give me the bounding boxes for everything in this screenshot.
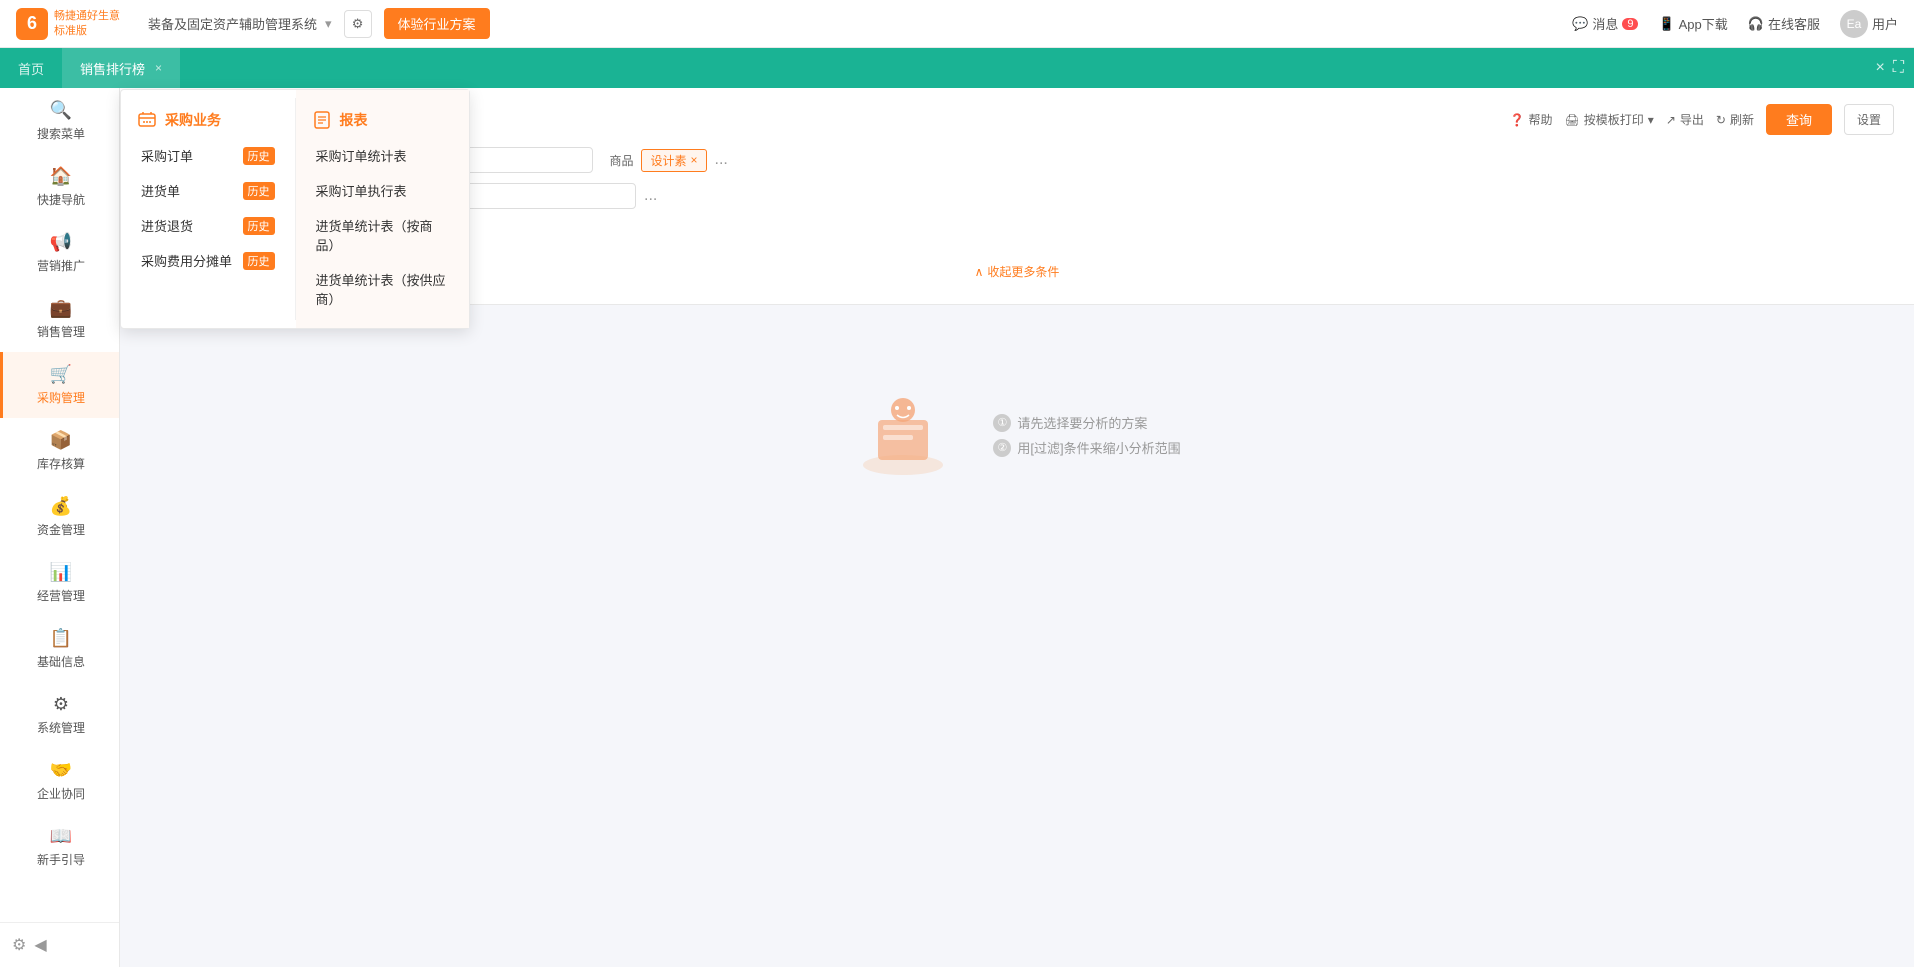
collapse-sidebar-icon[interactable]: ◀ — [34, 935, 46, 955]
system-dropdown-arrow[interactable]: ▾ — [325, 16, 332, 32]
tabbar: 首页 销售排行榜 × × ⛶ — [0, 48, 1914, 88]
money-icon: 💰 — [50, 496, 72, 517]
empty-illustration — [853, 385, 953, 485]
print-dropdown-icon[interactable]: ▾ — [1648, 113, 1654, 127]
logo-text: 畅捷通好生意 标准版 — [54, 9, 120, 38]
tabbar-actions: × ⛶ — [1875, 59, 1914, 77]
online-service-item[interactable]: 🎧 在线客服 — [1748, 14, 1820, 33]
sidebar-item-inventory[interactable]: 📦 库存核算 — [0, 418, 119, 484]
menu-item-stock-return[interactable]: 进货退货 历史 — [121, 208, 295, 243]
sidebar-item-enterprise[interactable]: 🤝 企业协同 — [0, 748, 119, 814]
system-title: 装备及固定资产辅助管理系统 ▾ — [148, 14, 332, 33]
goods-tag-close[interactable]: × — [691, 153, 698, 167]
box-icon: 📦 — [50, 430, 72, 451]
purchase-expense-badge: 历史 — [243, 252, 275, 270]
sidebar-item-basic-info[interactable]: 📋 基础信息 — [0, 616, 119, 682]
message-badge: 9 — [1622, 18, 1638, 30]
briefcase-icon: 💼 — [50, 298, 72, 319]
empty-step-1: ① 请先选择要分析的方案 — [993, 413, 1147, 432]
goods-more-btn[interactable]: ... — [715, 151, 728, 169]
sidebar-item-guide[interactable]: 📖 新手引导 — [0, 814, 119, 880]
close-window-icon[interactable]: × — [1875, 59, 1884, 77]
topbar: 6 畅捷通好生意 标准版 装备及固定资产辅助管理系统 ▾ ⚙ 体验行业方案 💬 … — [0, 0, 1914, 48]
purchase-order-badge: 历史 — [243, 147, 275, 165]
settings-bottom-icon[interactable]: ⚙ — [12, 935, 26, 955]
app-download-item[interactable]: 📱 App下载 — [1658, 14, 1727, 33]
message-icon: 💬 — [1572, 16, 1588, 32]
print-icon: 🖨 — [1565, 113, 1580, 127]
stock-return-badge: 历史 — [243, 217, 275, 235]
sidebar-bottom: ⚙ ◀ — [0, 922, 119, 967]
chart-icon: 📊 — [50, 562, 72, 583]
purchase-section-icon — [137, 110, 157, 130]
query-button[interactable]: 查询 — [1766, 104, 1832, 135]
purchase-menu-section: 采购业务 采购订单 历史 进货单 历史 进货退货 历史 采购费用分摊单 历史 — [121, 90, 295, 328]
home-icon: 🏠 — [50, 166, 72, 187]
purchase-section-title: 采购业务 — [121, 102, 295, 138]
industry-button[interactable]: 体验行业方案 — [384, 8, 490, 39]
report-menu-section: 报表 采购订单统计表 采购订单执行表 进货单统计表（按商品） 进货单统计表（按供… — [296, 90, 470, 328]
book-icon: 📖 — [50, 826, 72, 847]
sidebar: 🔍 搜索菜单 🏠 快捷导航 📢 营销推广 💼 销售管理 🛒 采购管理 📦 库存核… — [0, 88, 120, 967]
menu-item-purchase-order-exec[interactable]: 采购订单执行表 — [296, 173, 470, 208]
refresh-icon: ↻ — [1716, 113, 1726, 127]
handshake-icon: 🤝 — [50, 760, 72, 781]
tab-home[interactable]: 首页 — [0, 48, 62, 88]
collapse-up-icon: ∧ — [975, 265, 984, 279]
menu-item-purchase-order-stats[interactable]: 采购订单统计表 — [296, 138, 470, 173]
report-section-title: 报表 — [296, 102, 470, 138]
salesman-more-btn[interactable]: ... — [644, 187, 657, 205]
gear-icon: ⚙ — [53, 694, 69, 715]
collapse-more-btn[interactable]: ∧ 收起更多条件 — [975, 263, 1060, 280]
sidebar-item-quick-nav[interactable]: 🏠 快捷导航 — [0, 154, 119, 220]
sidebar-item-system[interactable]: ⚙ 系统管理 — [0, 682, 119, 748]
goods-filter: 商品 设计素 × ... — [609, 149, 727, 172]
tab-close-icon[interactable]: × — [155, 61, 162, 75]
message-item[interactable]: 💬 消息 9 — [1572, 14, 1638, 33]
menu-item-stock-stats-supplier[interactable]: 进货单统计表（按供应商） — [296, 262, 470, 316]
headset-icon: 🎧 — [1748, 16, 1764, 32]
sidebar-item-search[interactable]: 🔍 搜索菜单 — [0, 88, 119, 154]
help-button[interactable]: ❓ 帮助 — [1510, 111, 1553, 128]
search-icon: 🔍 — [50, 100, 72, 121]
empty-step-2: ② 用[过滤]条件来缩小分析范围 — [993, 438, 1180, 457]
menu-item-stock-in[interactable]: 进货单 历史 — [121, 173, 295, 208]
sidebar-item-marketing[interactable]: 📢 营销推广 — [0, 220, 119, 286]
clipboard-icon: 📋 — [50, 628, 72, 649]
fullscreen-icon[interactable]: ⛶ — [1893, 59, 1904, 77]
sidebar-item-operations[interactable]: 📊 经营管理 — [0, 550, 119, 616]
gear-button[interactable]: ⚙ — [344, 10, 372, 38]
help-icon: ❓ — [1510, 113, 1525, 127]
empty-text: ① 请先选择要分析的方案 ② 用[过滤]条件来缩小分析范围 — [993, 413, 1180, 457]
tab-sales-ranking[interactable]: 销售排行榜 × — [62, 48, 180, 88]
phone-icon: 📱 — [1658, 16, 1674, 32]
menu-item-purchase-order[interactable]: 采购订单 历史 — [121, 138, 295, 173]
logo-icon: 6 — [16, 8, 48, 40]
sidebar-item-purchase[interactable]: 🛒 采购管理 — [0, 352, 119, 418]
logo-area: 6 畅捷通好生意 标准版 — [16, 8, 136, 40]
export-button[interactable]: ↗ 导出 — [1666, 111, 1704, 128]
refresh-button[interactable]: ↻ 刷新 — [1716, 111, 1754, 128]
menu-item-purchase-expense[interactable]: 采购费用分摊单 历史 — [121, 243, 295, 278]
menu-item-stock-stats-goods[interactable]: 进货单统计表（按商品） — [296, 208, 470, 262]
sidebar-item-sales[interactable]: 💼 销售管理 — [0, 286, 119, 352]
topbar-right: 💬 消息 9 📱 App下载 🎧 在线客服 Ea 用户 — [1572, 10, 1898, 38]
cart-icon: 🛒 — [50, 364, 72, 385]
megaphone-icon: 📢 — [50, 232, 72, 253]
goods-tag: 设计素 × — [641, 149, 706, 172]
dropdown-menu: 采购业务 采购订单 历史 进货单 历史 进货退货 历史 采购费用分摊单 历史 报… — [120, 89, 470, 329]
sidebar-item-finance[interactable]: 💰 资金管理 — [0, 484, 119, 550]
export-icon: ↗ — [1666, 113, 1676, 127]
avatar: Ea — [1840, 10, 1868, 38]
print-button[interactable]: 🖨 按模板打印 ▾ — [1565, 111, 1654, 128]
user-item[interactable]: Ea 用户 — [1840, 10, 1898, 38]
report-section-icon — [312, 110, 332, 130]
settings-button[interactable]: 设置 — [1844, 104, 1894, 135]
empty-state: ① 请先选择要分析的方案 ② 用[过滤]条件来缩小分析范围 — [120, 305, 1914, 565]
stock-in-badge: 历史 — [243, 182, 275, 200]
